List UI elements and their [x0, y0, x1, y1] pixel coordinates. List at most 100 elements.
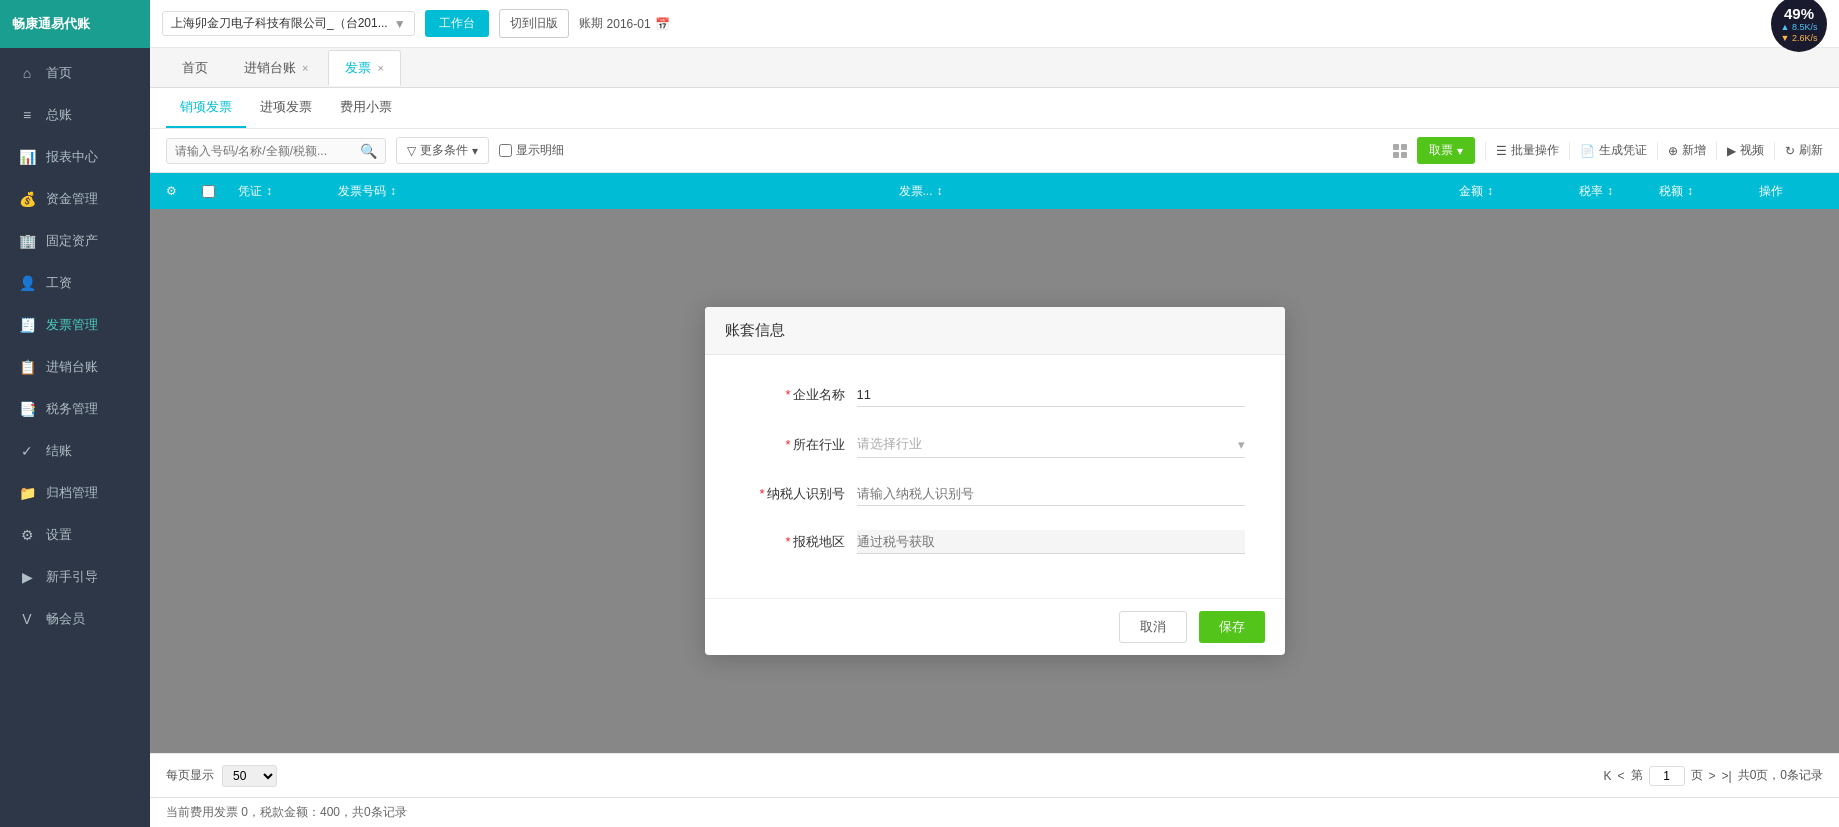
form-row-tax-id: *纳税人识别号 — [745, 482, 1245, 506]
save-button[interactable]: 保存 — [1199, 611, 1265, 643]
required-mark-4: * — [785, 534, 790, 549]
top-bar-right: 49% ▲ 8.5K/s ▼ 2.6K/s — [1771, 0, 1827, 52]
calendar-icon[interactable]: 📅 — [655, 17, 670, 31]
modal-footer: 取消 保存 — [705, 598, 1285, 655]
sort-icon-invoice[interactable]: ↕ — [390, 184, 396, 198]
grid-view-icon[interactable] — [1393, 144, 1407, 158]
tab-close-invoice[interactable]: × — [377, 62, 383, 74]
select-dropdown-icon: ▾ — [1238, 437, 1245, 452]
last-page-button[interactable]: >| — [1722, 769, 1732, 783]
sidebar-label-settings: 设置 — [46, 526, 72, 544]
sidebar-label-finance: 资金管理 — [46, 190, 98, 208]
sidebar-icon-settings: ⚙ — [18, 527, 36, 543]
form-row-tax-region: *报税地区 — [745, 530, 1245, 554]
refresh-button[interactable]: ↻ 刷新 — [1785, 142, 1823, 159]
toolbar-divider-3 — [1657, 142, 1658, 160]
search-input[interactable] — [175, 144, 354, 158]
sidebar-item-home[interactable]: ⌂首页 — [0, 52, 150, 94]
sidebar-icon-assets: 🏢 — [18, 233, 36, 249]
sidebar-icon-salary: 👤 — [18, 275, 36, 291]
sidebar-item-assets[interactable]: 🏢固定资产 — [0, 220, 150, 262]
sidebar-nav: ⌂首页≡总账📊报表中心💰资金管理🏢固定资产👤工资🧾发票管理 📋 进销台账 📑税务管理✓… — [0, 48, 150, 827]
old-version-button[interactable]: 切到旧版 — [499, 9, 569, 38]
filter-button[interactable]: ▽ 更多条件 ▾ — [396, 137, 489, 164]
sidebar-item-settings[interactable]: ⚙ 设置 — [0, 514, 150, 556]
per-page-select[interactable]: 50 100 200 — [222, 765, 277, 787]
th-tax-amount: 税额 ↕ — [1651, 183, 1751, 200]
sidebar-label-guide: 新手引导 — [46, 568, 98, 586]
sidebar-item-finance[interactable]: 💰资金管理 — [0, 178, 150, 220]
select-industry[interactable]: 请选择行业 ▾ — [857, 431, 1245, 458]
toolbar-divider-5 — [1774, 142, 1775, 160]
th-settings[interactable]: ⚙ — [158, 184, 194, 198]
page-number-input[interactable] — [1649, 766, 1685, 786]
sidebar-label-purchase: 进销台账 — [46, 358, 98, 376]
toolbar-divider-1 — [1485, 142, 1486, 160]
tab-label-invoice: 发票 — [345, 60, 371, 75]
network-speeds: ▲ 8.5K/s ▼ 2.6K/s — [1781, 22, 1818, 43]
label-industry: *所在行业 — [745, 436, 845, 454]
sidebar-label-settlement: 结账 — [46, 442, 72, 460]
status-bar: 当前费用发票 0，税款金额：400，共0条记录 — [150, 797, 1839, 827]
sidebar-item-purchase[interactable]: 📋 进销台账 — [0, 346, 150, 388]
required-mark-1: * — [785, 387, 790, 402]
toolbar-divider-4 — [1716, 142, 1717, 160]
tab-home[interactable]: 首页 — [166, 51, 224, 85]
sidebar: 畅康通易代账 ⌂首页≡总账📊报表中心💰资金管理🏢固定资产👤工资🧾发票管理📋进销台… — [0, 0, 150, 827]
tab-close-purchase-ledger[interactable]: × — [302, 62, 308, 74]
sidebar-item-ledger[interactable]: ≡总账 — [0, 94, 150, 136]
input-company-name[interactable] — [857, 383, 1245, 407]
sidebar-icon-purchase: 📋 — [18, 359, 36, 375]
sort-icon-voucher[interactable]: ↕ — [266, 184, 272, 198]
sidebar-item-reports[interactable]: 📊报表中心 — [0, 136, 150, 178]
network-status: 49% ▲ 8.5K/s ▼ 2.6K/s — [1771, 0, 1827, 52]
new-button[interactable]: ⊕ 新增 — [1668, 142, 1706, 159]
sidebar-item-member[interactable]: V畅会员 — [0, 598, 150, 640]
input-tax-id[interactable] — [857, 482, 1245, 506]
sort-icon-amount[interactable]: ↕ — [1487, 184, 1493, 198]
company-selector[interactable]: 上海卯金刀电子科技有限公司_（台201... ▼ — [162, 11, 415, 36]
tab-invoice[interactable]: 发票 × — [328, 50, 400, 86]
sidebar-label-reports: 报表中心 — [46, 148, 98, 166]
subtab-expense-note[interactable]: 费用小票 — [326, 88, 406, 128]
subtab-purchase-invoice[interactable]: 进项发票 — [246, 88, 326, 128]
th-checkbox[interactable] — [194, 185, 230, 198]
modal-overlay: 账套信息 *企业名称 *所在行业 — [150, 209, 1839, 753]
generate-voucher-button[interactable]: 📄 生成凭证 — [1580, 142, 1647, 159]
tab-purchase-ledger[interactable]: 进销台账× — [228, 51, 324, 85]
next-page-button[interactable]: > — [1709, 769, 1716, 783]
page-info: K < 第 页 > >| 共0页，0条记录 — [1603, 766, 1823, 786]
th-invoice-number: 发票号码 ↕ — [330, 183, 891, 200]
pagination-bar: 每页显示 50 100 200 K < 第 页 > >| 共0页，0条记录 — [150, 753, 1839, 797]
label-company-name: *企业名称 — [745, 386, 845, 404]
th-amount: 金额 ↕ — [1451, 183, 1571, 200]
label-tax-region: *报税地区 — [745, 533, 845, 551]
input-tax-region — [857, 530, 1245, 554]
show-detail-checkbox[interactable] — [499, 144, 512, 157]
period-label: 账期 — [579, 15, 603, 32]
search-icon[interactable]: 🔍 — [360, 143, 377, 159]
sidebar-item-invoice[interactable]: 🧾发票管理 — [0, 304, 150, 346]
batch-ops-button[interactable]: ☰ 批量操作 — [1496, 142, 1559, 159]
sidebar-item-salary[interactable]: 👤工资 — [0, 262, 150, 304]
sidebar-item-tax[interactable]: 📑税务管理 — [0, 388, 150, 430]
first-page-button[interactable]: K — [1603, 769, 1611, 783]
sidebar-item-settlement[interactable]: ✓结账 — [0, 430, 150, 472]
ticket-button[interactable]: 取票 ▾ — [1417, 137, 1475, 164]
period-value: 2016-01 — [607, 17, 651, 31]
tab-label-home: 首页 — [182, 60, 208, 75]
subtab-sales-invoice[interactable]: 销项发票 — [166, 88, 246, 128]
sidebar-icon-archive: 📁 — [18, 485, 36, 501]
sort-icon-rate[interactable]: ↕ — [1607, 184, 1613, 198]
video-button[interactable]: ▶ 视频 — [1727, 142, 1764, 159]
toolbar-divider-2 — [1569, 142, 1570, 160]
workbench-button[interactable]: 工作台 — [425, 10, 489, 37]
top-bar: 上海卯金刀电子科技有限公司_（台201... ▼ 工作台 切到旧版 账期 201… — [150, 0, 1839, 48]
sidebar-item-archive[interactable]: 📁归档管理 — [0, 472, 150, 514]
cancel-button[interactable]: 取消 — [1119, 611, 1187, 643]
prev-page-button[interactable]: < — [1617, 769, 1624, 783]
sidebar-item-guide[interactable]: ▶新手引导 — [0, 556, 150, 598]
sort-icon-tax[interactable]: ↕ — [1687, 184, 1693, 198]
tab-bar: 首页 进销台账× 发票 × — [150, 48, 1839, 88]
sort-icon-type[interactable]: ↕ — [937, 184, 943, 198]
